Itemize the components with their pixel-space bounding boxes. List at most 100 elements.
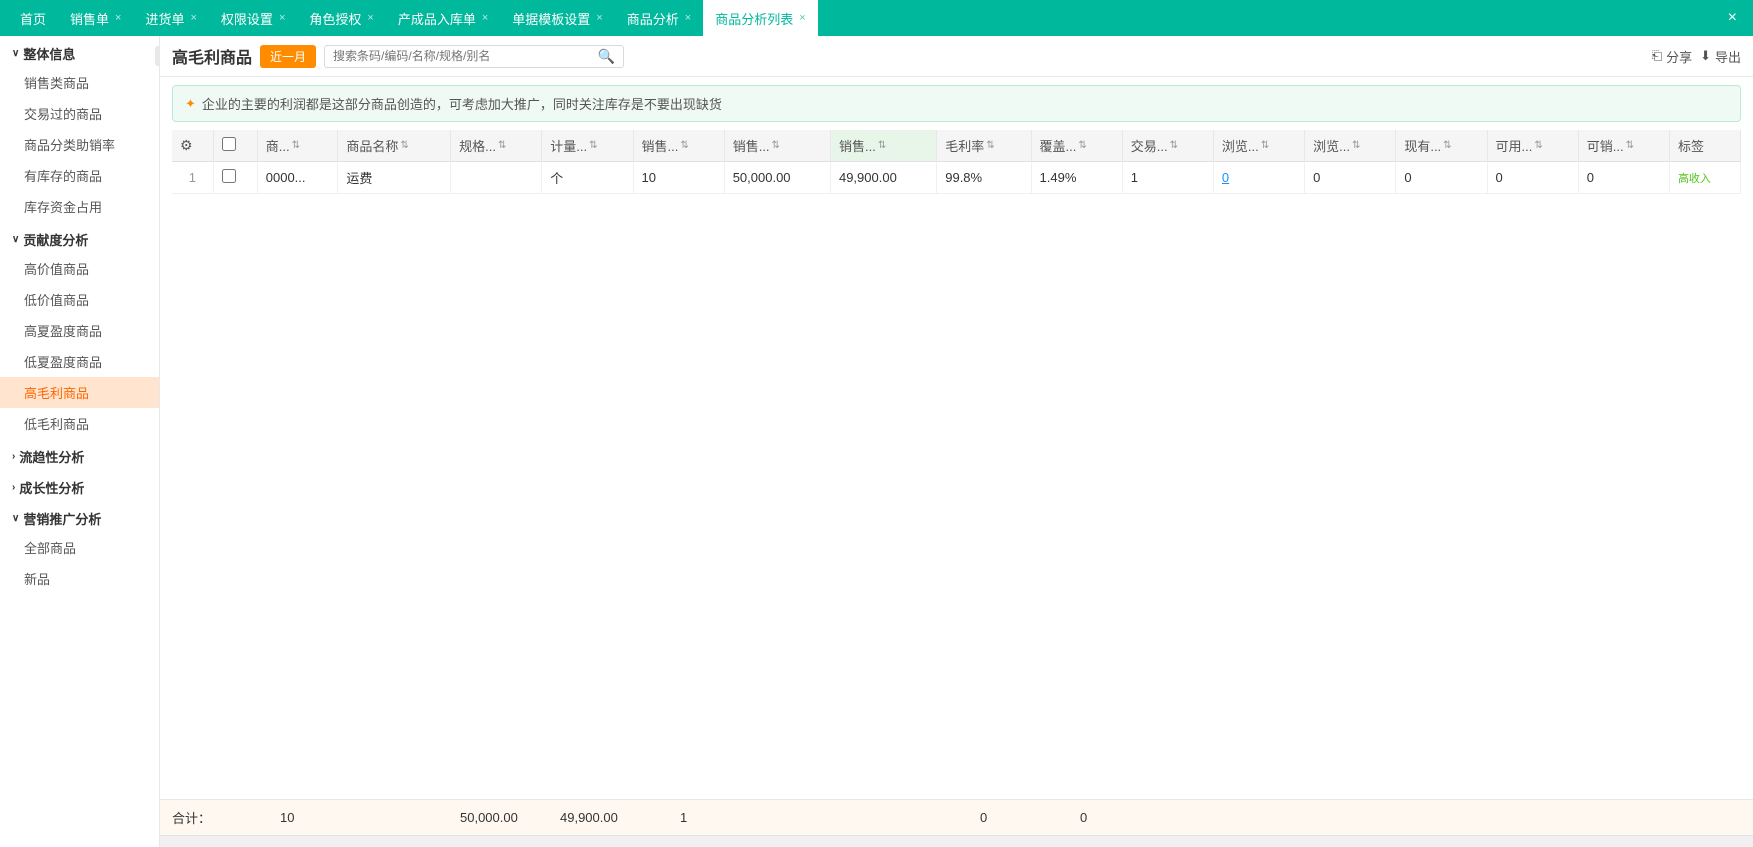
sidebar-item-in-stock-goods[interactable]: 有库存的商品 [0, 160, 159, 191]
sidebar-item-high-coverage[interactable]: 高夏盈度商品 [0, 315, 159, 346]
sort-icon-profit: ⇅ [878, 140, 886, 151]
footer-trade: 1 [672, 810, 972, 825]
horizontal-scrollbar[interactable] [160, 835, 1753, 847]
sort-icon-qty: ⇅ [680, 140, 688, 151]
export-icon: ⬇ [1700, 48, 1711, 64]
col-trade[interactable]: 交易... ⇅ [1122, 130, 1213, 162]
data-table: ⚙ 商... ⇅ 商品名称 [172, 130, 1741, 194]
sidebar-item-new-goods[interactable]: 新品 [0, 563, 159, 594]
main-layout: « ∨ 整体信息 销售类商品 交易过的商品 商品分类助销率 有库存的商品 库存资… [0, 36, 1753, 847]
nav-permissions[interactable]: 权限设置 × [209, 0, 297, 36]
sidebar-section-flow[interactable]: › 流趋性分析 [0, 439, 159, 470]
sort-icon-name: ⇅ [400, 140, 408, 151]
close-purchase-tab[interactable]: × [190, 12, 196, 24]
sidebar-item-low-margin[interactable]: 低毛利商品 [0, 408, 159, 439]
info-icon: ✦ [185, 96, 196, 112]
sort-icon-trade: ⇅ [1170, 140, 1178, 151]
sidebar-item-low-coverage[interactable]: 低夏盈度商品 [0, 346, 159, 377]
col-browse2[interactable]: 浏览... ⇅ [1305, 130, 1396, 162]
col-coverage[interactable]: 覆盖... ⇅ [1031, 130, 1122, 162]
row-unit: 个 [542, 162, 633, 194]
col-name[interactable]: 商品名称 ⇅ [338, 130, 451, 162]
sidebar-item-high-margin[interactable]: 高毛利商品 [0, 377, 159, 408]
row-sales-profit: 49,900.00 [830, 162, 936, 194]
search-icon[interactable]: 🔍 [598, 48, 615, 65]
col-settings[interactable]: ⚙ [172, 130, 213, 162]
table-container[interactable]: ⚙ 商... ⇅ 商品名称 [160, 130, 1753, 799]
row-tag: 高收入 [1669, 162, 1740, 194]
col-spec[interactable]: 规格... ⇅ [451, 130, 542, 162]
sidebar-item-high-value[interactable]: 高价值商品 [0, 253, 159, 284]
arrow-right-icon: › [12, 451, 15, 462]
sort-icon-a1: ⇅ [1443, 140, 1451, 151]
filter-month-button[interactable]: 近一月 [260, 45, 316, 68]
sidebar-section-overall[interactable]: ∨ 整体信息 [0, 36, 159, 67]
col-unit[interactable]: 计量... ⇅ [542, 130, 633, 162]
close-sales-tab[interactable]: × [115, 12, 121, 24]
sidebar-section-marketing[interactable]: ∨ 营销推广分析 [0, 501, 159, 532]
col-browse1[interactable]: 浏览... ⇅ [1213, 130, 1304, 162]
sort-icon: ⇅ [292, 140, 300, 151]
sidebar-item-all-goods[interactable]: 全部商品 [0, 532, 159, 563]
close-template-tab[interactable]: × [596, 12, 602, 24]
sidebar-section-contribution[interactable]: ∨ 贡献度分析 [0, 222, 159, 253]
col-sales-qty[interactable]: 销售... ⇅ [633, 130, 724, 162]
page-title: 高毛利商品 [172, 44, 252, 68]
col-tag[interactable]: 标签 [1669, 130, 1740, 162]
search-input[interactable] [333, 49, 598, 63]
nav-roles[interactable]: 角色授权 × [297, 0, 385, 36]
row-check[interactable] [213, 162, 257, 194]
footer-sales-amount: 50,000.00 [452, 810, 552, 825]
close-permissions-tab[interactable]: × [279, 12, 285, 24]
col-sales-amount[interactable]: 销售... ⇅ [724, 130, 830, 162]
row-spec [451, 162, 542, 194]
top-nav: 首页 销售单 × 进货单 × 权限设置 × 角色授权 × 产成品入库单 × 单据… [0, 0, 1753, 36]
nav-product-analysis-list[interactable]: 商品分析列表 × [703, 0, 817, 36]
row-available2: 0 [1487, 162, 1578, 194]
sort-icon-gm: ⇅ [986, 140, 994, 151]
close-roles-tab[interactable]: × [367, 12, 373, 24]
close-all-button[interactable]: × [1720, 9, 1745, 27]
row-checkbox[interactable] [222, 169, 236, 183]
sort-icon-b1: ⇅ [1261, 140, 1269, 151]
nav-product-inbound[interactable]: 产成品入库单 × [386, 0, 500, 36]
nav-home[interactable]: 首页 [8, 0, 58, 36]
col-gross-margin[interactable]: 毛利率 ⇅ [937, 130, 1031, 162]
nav-sales[interactable]: 销售单 × [58, 0, 133, 36]
row-browse1[interactable]: 0 [1213, 162, 1304, 194]
row-browse2: 0 [1305, 162, 1396, 194]
sidebar-collapse-button[interactable]: « [155, 46, 160, 66]
sidebar-item-category-rate[interactable]: 商品分类助销率 [0, 129, 159, 160]
share-icon: ⎗ [1652, 48, 1662, 64]
sidebar-item-low-value[interactable]: 低价值商品 [0, 284, 159, 315]
sort-icon-spec: ⇅ [498, 140, 506, 151]
sidebar-item-sales-goods[interactable]: 销售类商品 [0, 67, 159, 98]
close-product-analysis-tab[interactable]: × [685, 12, 691, 24]
sidebar-item-traded-goods[interactable]: 交易过的商品 [0, 98, 159, 129]
close-product-inbound-tab[interactable]: × [482, 12, 488, 24]
col-sellable[interactable]: 可销... ⇅ [1578, 130, 1669, 162]
col-sales-profit[interactable]: 销售... ⇅ [830, 130, 936, 162]
gear-icon[interactable]: ⚙ [180, 137, 193, 153]
sort-icon-sell: ⇅ [1626, 140, 1634, 151]
footer-sales-qty: 10 [272, 810, 452, 825]
sort-icon-a2: ⇅ [1534, 140, 1542, 151]
close-product-analysis-list-tab[interactable]: × [799, 12, 805, 24]
col-available2[interactable]: 可用... ⇅ [1487, 130, 1578, 162]
sidebar-section-growth[interactable]: › 成长性分析 [0, 470, 159, 501]
info-banner: ✦ 企业的主要的利润都是这部分商品创造的，可考虑加大推广，同时关注库存是不要出现… [172, 85, 1741, 122]
arrow-down-icon-2: ∨ [12, 234, 19, 245]
col-code[interactable]: 商... ⇅ [257, 130, 338, 162]
sidebar-item-stock-capital[interactable]: 库存资金占用 [0, 191, 159, 222]
row-sales-qty: 10 [633, 162, 724, 194]
select-all-checkbox[interactable] [222, 137, 236, 151]
col-available1[interactable]: 现有... ⇅ [1396, 130, 1487, 162]
export-button[interactable]: ⬇ 导出 [1700, 47, 1741, 66]
arrow-down-icon: ∨ [12, 48, 19, 59]
share-button[interactable]: ⎗ 分享 [1652, 47, 1692, 66]
nav-product-analysis[interactable]: 商品分析 × [615, 0, 703, 36]
table-row: 1 0000... 运费 个 10 50,000.00 49,900.00 99… [172, 162, 1741, 194]
arrow-right-icon-2: › [12, 482, 15, 493]
nav-template[interactable]: 单据模板设置 × [500, 0, 614, 36]
nav-purchase[interactable]: 进货单 × [133, 0, 208, 36]
